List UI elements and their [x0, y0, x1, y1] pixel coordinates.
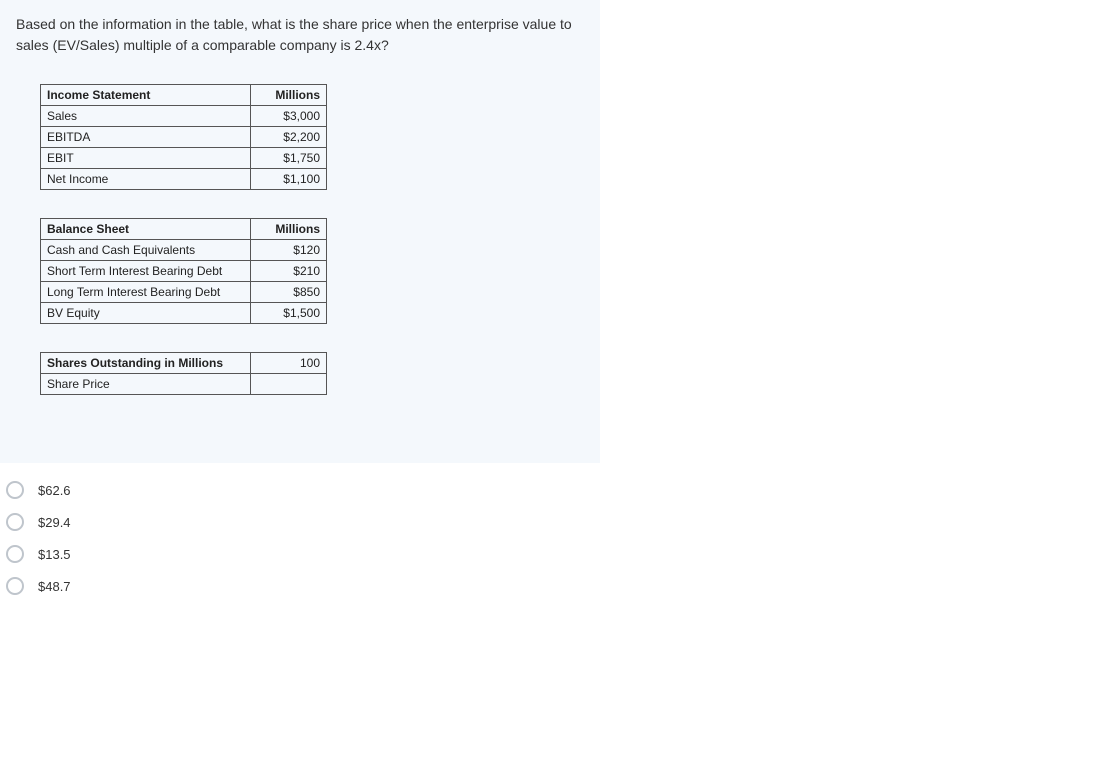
radio-icon	[6, 513, 24, 531]
row-value: $1,500	[251, 303, 327, 324]
table-row: Shares Outstanding in Millions 100	[41, 353, 327, 374]
row-value: $2,200	[251, 127, 327, 148]
table-header-row: Income Statement Millions	[41, 85, 327, 106]
table-header-row: Balance Sheet Millions	[41, 219, 327, 240]
table-row: Cash and Cash Equivalents $120	[41, 240, 327, 261]
row-value: 100	[251, 353, 327, 374]
table-header-right: Millions	[251, 219, 327, 240]
row-value: $210	[251, 261, 327, 282]
table-row: EBITDA $2,200	[41, 127, 327, 148]
answer-label: $29.4	[38, 515, 71, 530]
table-row: BV Equity $1,500	[41, 303, 327, 324]
table-header-right: Millions	[251, 85, 327, 106]
answer-option-4[interactable]: $48.7	[6, 577, 1088, 595]
row-label: BV Equity	[41, 303, 251, 324]
income-statement-table: Income Statement Millions Sales $3,000 E…	[40, 84, 327, 190]
row-label: Sales	[41, 106, 251, 127]
row-value: $1,750	[251, 148, 327, 169]
table-row: EBIT $1,750	[41, 148, 327, 169]
row-label: Share Price	[41, 374, 251, 395]
radio-icon	[6, 545, 24, 563]
row-value: $850	[251, 282, 327, 303]
table-header-left: Income Statement	[41, 85, 251, 106]
question-block: Based on the information in the table, w…	[0, 0, 600, 463]
answer-option-1[interactable]: $62.6	[6, 481, 1088, 499]
answer-option-3[interactable]: $13.5	[6, 545, 1088, 563]
row-value: $120	[251, 240, 327, 261]
row-value	[251, 374, 327, 395]
answer-label: $13.5	[38, 547, 71, 562]
row-label: EBITDA	[41, 127, 251, 148]
answer-option-2[interactable]: $29.4	[6, 513, 1088, 531]
row-value: $1,100	[251, 169, 327, 190]
answer-label: $62.6	[38, 483, 71, 498]
row-label: EBIT	[41, 148, 251, 169]
row-label: Short Term Interest Bearing Debt	[41, 261, 251, 282]
row-value: $3,000	[251, 106, 327, 127]
balance-sheet-table: Balance Sheet Millions Cash and Cash Equ…	[40, 218, 327, 324]
radio-icon	[6, 481, 24, 499]
table-row: Net Income $1,100	[41, 169, 327, 190]
table-row: Share Price	[41, 374, 327, 395]
table-row: Sales $3,000	[41, 106, 327, 127]
row-label: Cash and Cash Equivalents	[41, 240, 251, 261]
row-label: Long Term Interest Bearing Debt	[41, 282, 251, 303]
row-label: Net Income	[41, 169, 251, 190]
radio-icon	[6, 577, 24, 595]
table-row: Long Term Interest Bearing Debt $850	[41, 282, 327, 303]
answer-label: $48.7	[38, 579, 71, 594]
table-row: Short Term Interest Bearing Debt $210	[41, 261, 327, 282]
answer-options-group: $62.6 $29.4 $13.5 $48.7	[0, 463, 1094, 627]
table-header-left: Balance Sheet	[41, 219, 251, 240]
question-text: Based on the information in the table, w…	[16, 14, 584, 56]
row-label: Shares Outstanding in Millions	[41, 353, 251, 374]
shares-table: Shares Outstanding in Millions 100 Share…	[40, 352, 327, 395]
